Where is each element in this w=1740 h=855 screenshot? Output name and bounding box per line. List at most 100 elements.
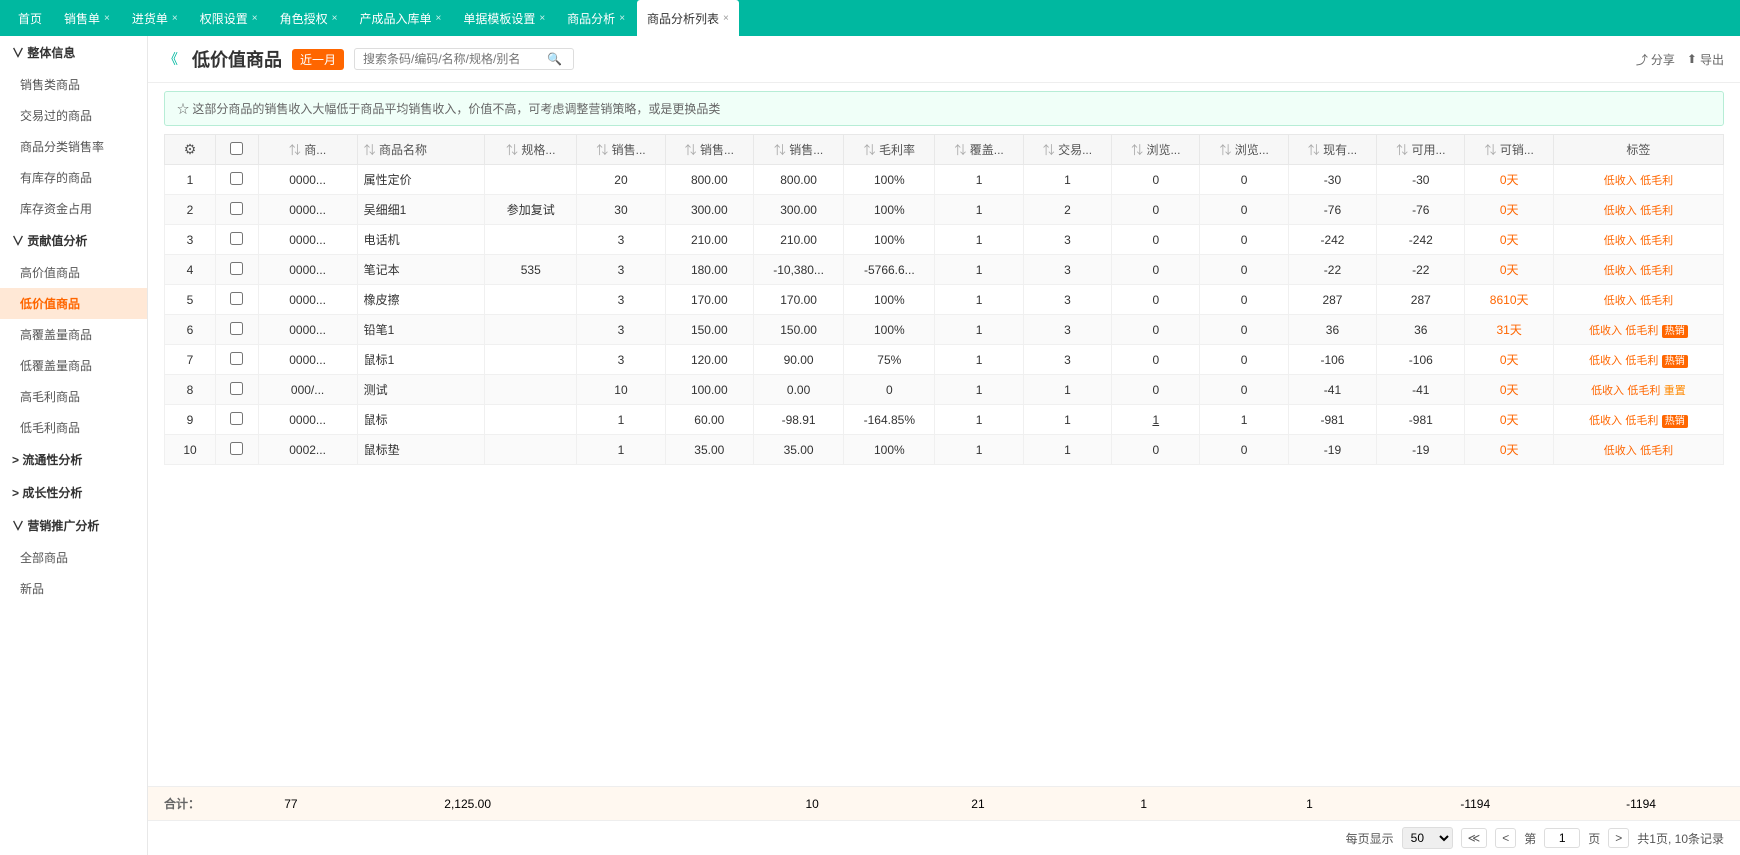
close-icon[interactable]: × [435,13,441,24]
close-icon[interactable]: × [172,13,178,24]
row-gross-rate: 0 [844,375,935,405]
row-checkbox-cell[interactable] [216,405,259,435]
data-table: ⚙ ⇅ 商... ⇅ 商品名称 ⇅ 规格... [164,134,1724,465]
sidebar-item-high-margin[interactable]: 高毛利商品 [0,381,147,412]
sidebar-item-new-goods[interactable]: 新品 [0,573,147,604]
row-browse1[interactable]: 0 [1112,435,1200,465]
close-icon[interactable]: × [619,13,625,24]
sidebar-group-circulation[interactable]: > 流通性分析 [0,443,147,476]
sidebar-item-low-value[interactable]: 低价值商品 [0,288,147,319]
row-checkbox[interactable] [230,322,243,335]
row-code: 0000... [258,195,357,225]
nav-permissions[interactable]: 权限设置 × [190,0,268,36]
search-icon[interactable]: 🔍 [547,52,562,66]
page-size-select[interactable]: 50 20 100 [1402,827,1453,849]
row-sale-amt: 300.00 [665,195,753,225]
col-header-tag: 标签 [1553,135,1723,165]
nav-roles[interactable]: 角色授权 × [270,0,348,36]
nav-sales[interactable]: 销售单 × [54,0,120,36]
row-browse1[interactable]: 0 [1112,225,1200,255]
row-checkbox-cell[interactable] [216,225,259,255]
sidebar-item-category-sales[interactable]: 商品分类销售率 [0,131,147,162]
row-spec [485,165,577,195]
row-checkbox-cell[interactable] [216,345,259,375]
row-browse1[interactable]: 0 [1112,375,1200,405]
page-number-input[interactable] [1544,828,1580,848]
close-icon[interactable]: × [723,13,729,24]
row-checkbox-cell[interactable] [216,195,259,225]
close-icon[interactable]: × [252,13,258,24]
sidebar-item-low-coverage[interactable]: 低覆盖量商品 [0,350,147,381]
first-page-button[interactable]: ≪ [1461,828,1488,848]
row-checkbox[interactable] [230,232,243,245]
row-tags: 低收入 低毛利 热销 [1553,405,1723,435]
sidebar-group-overall[interactable]: ∨ 整体信息 [0,36,147,69]
row-checkbox[interactable] [230,262,243,275]
sidebar-item-stocked-goods[interactable]: 有库存的商品 [0,162,147,193]
col-header-sellable: ⇅ 可销... [1465,135,1553,165]
share-icon: ⤴ [1636,51,1648,68]
row-checkbox-cell[interactable] [216,285,259,315]
row-checkbox[interactable] [230,382,243,395]
row-sale-amt: 800.00 [665,165,753,195]
row-code: 000/... [258,375,357,405]
sidebar-item-traded-goods[interactable]: 交易过的商品 [0,100,147,131]
total-info: 共1页, 10条记录 [1637,830,1724,847]
row-checkbox[interactable] [230,292,243,305]
filter-recent-month-button[interactable]: 近一月 [292,49,344,70]
collapse-button[interactable]: 《 [164,49,178,69]
close-icon[interactable]: × [332,13,338,24]
sidebar-item-low-margin[interactable]: 低毛利商品 [0,412,147,443]
row-checkbox[interactable] [230,412,243,425]
nav-product-warehouse[interactable]: 产成品入库单 × [349,0,451,36]
prev-page-button[interactable]: < [1495,828,1516,848]
table-container[interactable]: ⚙ ⇅ 商... ⇅ 商品名称 ⇅ 规格... [148,134,1740,786]
nav-home[interactable]: 首页 [8,0,52,36]
row-checkbox[interactable] [230,202,243,215]
share-button[interactable]: ⤴ 分享 [1636,51,1675,68]
nav-goods-analysis-list[interactable]: 商品分析列表 × [637,0,739,36]
row-checkbox-cell[interactable] [216,165,259,195]
page-label-end: 页 [1588,830,1600,847]
row-browse1[interactable]: 0 [1112,345,1200,375]
row-browse1[interactable]: 0 [1112,315,1200,345]
row-browse1[interactable]: 0 [1112,165,1200,195]
close-icon[interactable]: × [104,13,110,24]
sidebar-item-high-coverage[interactable]: 高覆盖量商品 [0,319,147,350]
row-gross-rate: 100% [844,165,935,195]
col-header-gross-rate: ⇅ 毛利率 [844,135,935,165]
sidebar-group-contribution[interactable]: ∨ 贡献值分析 [0,224,147,257]
sort-icon: ⇅ [685,143,697,157]
gear-icon[interactable]: ⚙ [184,141,197,157]
row-checkbox[interactable] [230,352,243,365]
row-checkbox-cell[interactable] [216,375,259,405]
close-icon[interactable]: × [539,13,545,24]
row-browse1[interactable]: 0 [1112,195,1200,225]
nav-goods-analysis[interactable]: 商品分析 × [557,0,635,36]
row-num: 4 [165,255,216,285]
row-browse1[interactable]: 0 [1112,285,1200,315]
sidebar-group-growth[interactable]: > 成长性分析 [0,476,147,509]
next-page-button[interactable]: > [1608,828,1629,848]
search-input[interactable] [363,52,543,66]
sort-icon: ⇅ [506,143,518,157]
nav-template-settings[interactable]: 单据模板设置 × [453,0,555,36]
nav-purchase[interactable]: 进货单 × [122,0,188,36]
sidebar-item-sales-goods[interactable]: 销售类商品 [0,69,147,100]
row-browse1[interactable]: 1 [1112,405,1200,435]
sidebar-group-marketing[interactable]: ∨ 营销推广分析 [0,509,147,542]
sidebar-item-high-value[interactable]: 高价值商品 [0,257,147,288]
sidebar-item-stock-capital[interactable]: 库存资金占用 [0,193,147,224]
row-checkbox[interactable] [230,172,243,185]
select-all-checkbox[interactable] [230,142,243,155]
row-browse1[interactable]: 0 [1112,255,1200,285]
sidebar-item-all-goods[interactable]: 全部商品 [0,542,147,573]
row-checkbox-cell[interactable] [216,255,259,285]
row-checkbox-cell[interactable] [216,435,259,465]
export-button[interactable]: ⬆ 导出 [1687,51,1724,68]
row-coverage: 1 [935,255,1023,285]
row-checkbox-cell[interactable] [216,315,259,345]
row-sale-avg: 300.00 [753,195,843,225]
row-trade: 3 [1023,345,1111,375]
row-checkbox[interactable] [230,442,243,455]
